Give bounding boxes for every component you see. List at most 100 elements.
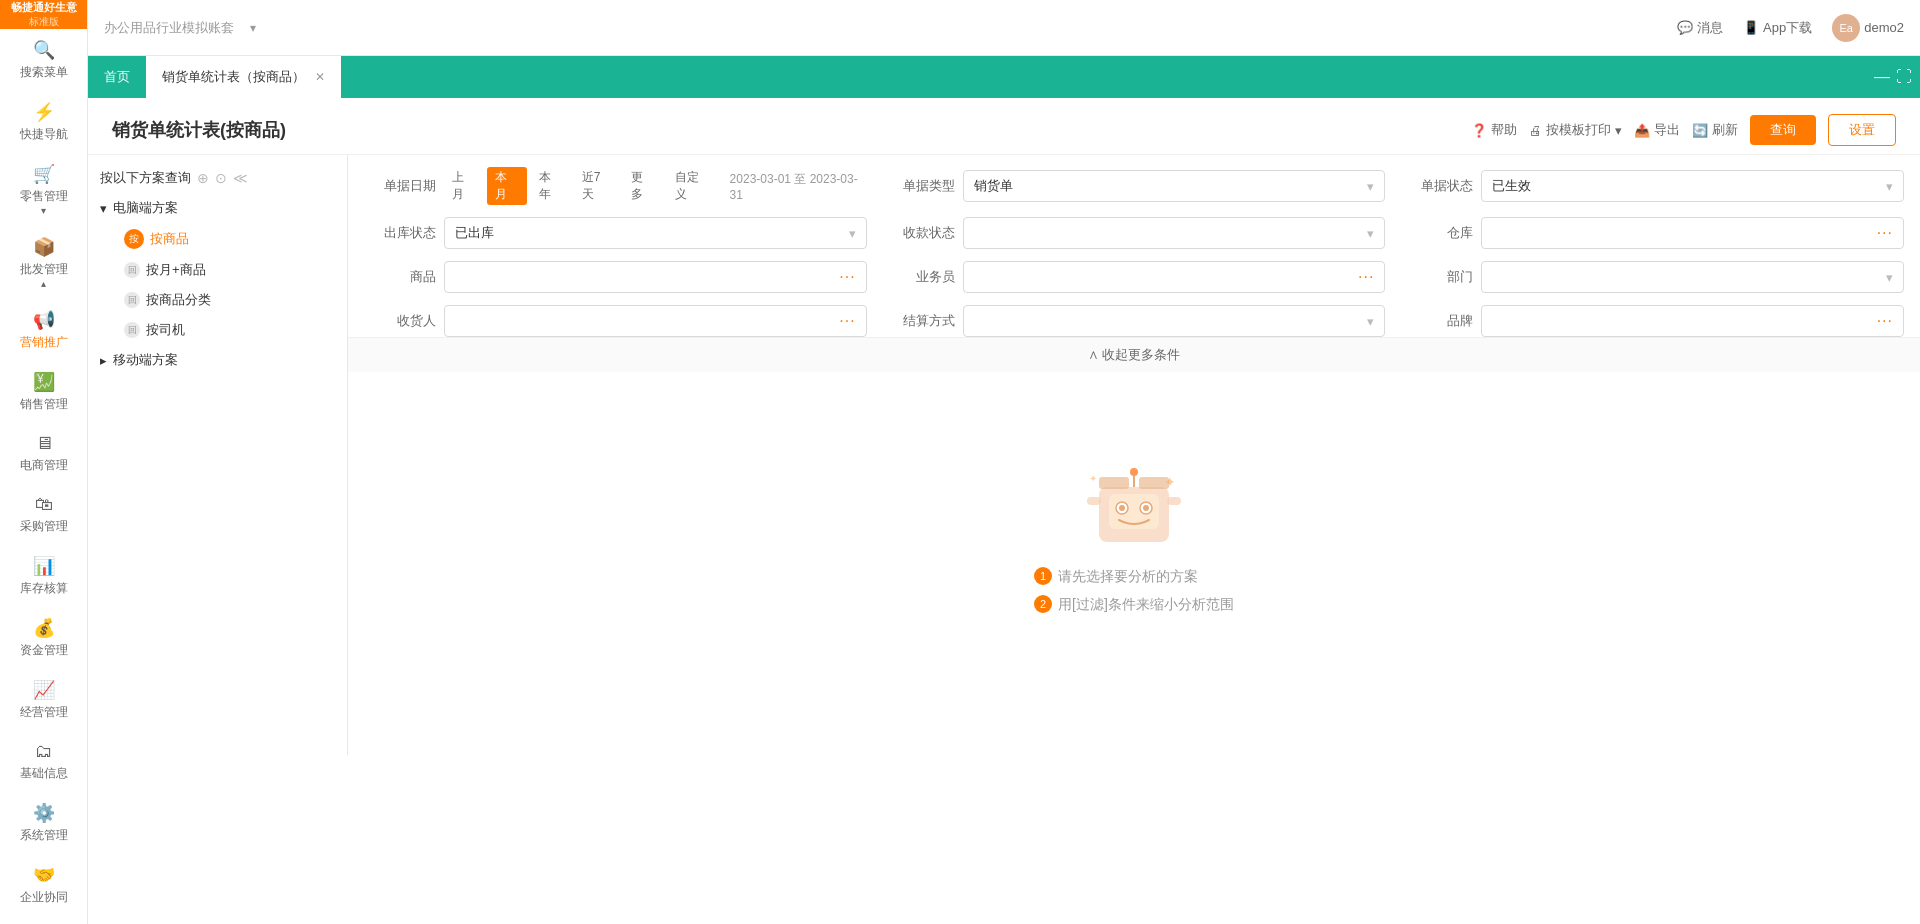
template-print-label: 按模板打印 <box>1546 121 1611 139</box>
tree-item-by-goods[interactable]: 按 按商品 <box>88 223 347 255</box>
filter-item-brand: 品牌 ··· <box>1401 305 1904 337</box>
out-status-value: 已出库 <box>455 224 494 242</box>
tab-maximize-icon[interactable]: ⛶ <box>1896 68 1912 86</box>
refresh-action[interactable]: 🔄 刷新 <box>1692 121 1738 139</box>
dept-label: 部门 <box>1401 268 1481 286</box>
user-item[interactable]: Ea demo2 <box>1832 14 1904 42</box>
bill-type-label: 单据类型 <box>883 177 963 195</box>
tab-close-icon[interactable]: ✕ <box>315 70 325 84</box>
tree-item-by-month-goods[interactable]: 回 按月+商品 <box>88 255 347 285</box>
tab-minimize-icon[interactable]: — <box>1874 68 1890 86</box>
message-item[interactable]: 💬 消息 <box>1677 19 1723 37</box>
template-print-action[interactable]: 🖨 按模板打印 ▾ <box>1529 121 1622 139</box>
sidebar-item-marketing[interactable]: 📢 营销推广 <box>0 299 88 361</box>
sidebar-item-enterprise[interactable]: 🤝 企业协同 <box>0 854 88 916</box>
sales-icon: 💹 <box>33 371 55 393</box>
filter-item-receiver: 收货人 ··· <box>364 305 867 337</box>
sidebar-item-label: 搜索菜单 <box>20 64 68 81</box>
nav-dropdown[interactable]: ▾ <box>250 21 256 35</box>
date-tab-last-month[interactable]: 上月 <box>444 167 483 205</box>
right-content: 单据日期 上月 本月 本年 近7天 更多 自定义 2023-03-01 至 20… <box>348 155 1920 755</box>
warehouse-input[interactable]: ··· <box>1481 217 1904 249</box>
date-tab-7days[interactable]: 近7天 <box>574 167 620 205</box>
dept-input[interactable]: ▾ <box>1481 261 1904 293</box>
sidebar-item-label: 库存核算 <box>20 580 68 597</box>
sidebar-item-ecommerce[interactable]: 🖥 电商管理 <box>0 423 88 484</box>
bill-status-value: 已生效 <box>1492 177 1531 195</box>
sidebar-item-wholesale[interactable]: 📦 批发管理 ▴ <box>0 226 88 299</box>
filter-row-2: 出库状态 已出库 ▾ 收款状态 ▾ <box>364 217 1904 249</box>
bill-type-input[interactable]: 销货单 ▾ <box>963 170 1386 202</box>
filter-row-1: 单据日期 上月 本月 本年 近7天 更多 自定义 2023-03-01 至 20… <box>364 167 1904 205</box>
tree-node-icon: 回 <box>124 322 140 338</box>
date-range-text: 2023-03-01 至 2023-03-31 <box>730 171 867 202</box>
sidebar-item-sales[interactable]: 💹 销售管理 <box>0 361 88 423</box>
sidebar-item-finance[interactable]: 💰 资金管理 <box>0 607 88 669</box>
date-tab-this-year[interactable]: 本年 <box>531 167 570 205</box>
app-download-item[interactable]: 📱 App下载 <box>1743 19 1812 37</box>
date-tab-custom[interactable]: 自定义 <box>667 167 718 205</box>
filter-item-out-status: 出库状态 已出库 ▾ <box>364 217 867 249</box>
filter-item-warehouse: 仓库 ··· <box>1401 217 1904 249</box>
collect-status-arrow: ▾ <box>1367 226 1374 241</box>
goods-input[interactable]: ··· <box>444 261 867 293</box>
collect-status-input[interactable]: ▾ <box>963 217 1386 249</box>
sidebar-item-basic[interactable]: 🗂 基础信息 <box>0 731 88 792</box>
page-header-actions: ❓ 帮助 🖨 按模板打印 ▾ 📤 导出 🔄 刷新 <box>1471 114 1896 146</box>
date-tab-this-month[interactable]: 本月 <box>487 167 526 205</box>
salesman-input[interactable]: ··· <box>963 261 1386 293</box>
tree-expand-icon: ▸ <box>100 353 107 368</box>
sidebar-item-system[interactable]: ⚙️ 系统管理 <box>0 792 88 854</box>
left-panel-header: 按以下方案查询 ⊕ ⊙ ≪ <box>88 163 347 193</box>
page-inner: 销货单统计表(按商品) ❓ 帮助 🖨 按模板打印 ▾ 📤 导出 <box>88 98 1920 924</box>
page-title: 销货单统计表(按商品) <box>112 118 1471 142</box>
collapse-bar[interactable]: ∧ 收起更多条件 <box>348 337 1920 372</box>
purchase-icon: 🛍 <box>35 494 53 515</box>
brand-input[interactable]: ··· <box>1481 305 1904 337</box>
help-label: 帮助 <box>1491 121 1517 139</box>
edit-scheme-icon[interactable]: ⊙ <box>215 170 227 186</box>
collapse-panel-icon[interactable]: ≪ <box>233 170 248 186</box>
tree-parent-pc[interactable]: ▾ 电脑端方案 <box>88 193 347 223</box>
salesman-label: 业务员 <box>883 268 963 286</box>
collect-status-label: 收款状态 <box>883 224 963 242</box>
home-tab-label: 首页 <box>104 68 130 86</box>
date-filter-group: 上月 本月 本年 近7天 更多 自定义 2023-03-01 至 2023-03… <box>444 167 867 205</box>
collapse-label: ∧ 收起更多条件 <box>1088 347 1181 362</box>
empty-tips: 1 请先选择要分析的方案 2 用[过滤]条件来缩小分析范围 <box>1034 562 1234 618</box>
query-button[interactable]: 查询 <box>1750 115 1816 145</box>
sidebar-item-search[interactable]: 🔍 搜索菜单 <box>0 29 88 91</box>
sidebar-item-label: 经营管理 <box>20 704 68 721</box>
logo-text: 畅捷通好生意 <box>11 0 77 15</box>
tab-sales-report[interactable]: 销货单统计表（按商品） ✕ <box>146 56 341 98</box>
sidebar-item-label: 营销推广 <box>20 334 68 351</box>
export-action[interactable]: 📤 导出 <box>1634 121 1680 139</box>
sidebar-item-purchase[interactable]: 🛍 采购管理 <box>0 484 88 545</box>
tree-node-icon: 按 <box>124 229 144 249</box>
sidebar-item-operations[interactable]: 📈 经营管理 <box>0 669 88 731</box>
system-icon: ⚙️ <box>33 802 55 824</box>
tab-home[interactable]: 首页 <box>88 56 146 98</box>
out-status-input[interactable]: 已出库 ▾ <box>444 217 867 249</box>
warehouse-dots: ··· <box>1877 224 1893 242</box>
tree-item-by-category[interactable]: 回 按商品分类 <box>88 285 347 315</box>
tree-item-label: 按月+商品 <box>146 261 206 279</box>
empty-tip-1: 1 请先选择要分析的方案 <box>1034 562 1234 590</box>
settings-button[interactable]: 设置 <box>1828 114 1896 146</box>
salesman-dots: ··· <box>1358 268 1374 286</box>
help-action[interactable]: ❓ 帮助 <box>1471 121 1517 139</box>
tree-item-by-driver[interactable]: 回 按司机 <box>88 315 347 345</box>
add-scheme-icon[interactable]: ⊕ <box>197 170 209 186</box>
tree-parent-mobile[interactable]: ▸ 移动端方案 <box>88 345 347 375</box>
main-area: 办公用品行业模拟账套 ▾ 💬 消息 📱 App下载 Ea demo2 首页 销货… <box>88 0 1920 924</box>
sidebar-item-newbie[interactable]: 🎯 新手引导 <box>0 916 88 924</box>
sidebar-item-inventory[interactable]: 📊 库存核算 <box>0 545 88 607</box>
receiver-input[interactable]: ··· <box>444 305 867 337</box>
tree-item-label: 按商品分类 <box>146 291 211 309</box>
sidebar-item-quick-nav[interactable]: ⚡ 快捷导航 <box>0 91 88 153</box>
help-icon: ❓ <box>1471 123 1487 138</box>
settle-input[interactable]: ▾ <box>963 305 1386 337</box>
date-tab-more[interactable]: 更多 <box>623 167 662 205</box>
bill-status-input[interactable]: 已生效 ▾ <box>1481 170 1904 202</box>
sidebar-item-retail[interactable]: 🛒 零售管理 ▾ <box>0 153 88 226</box>
